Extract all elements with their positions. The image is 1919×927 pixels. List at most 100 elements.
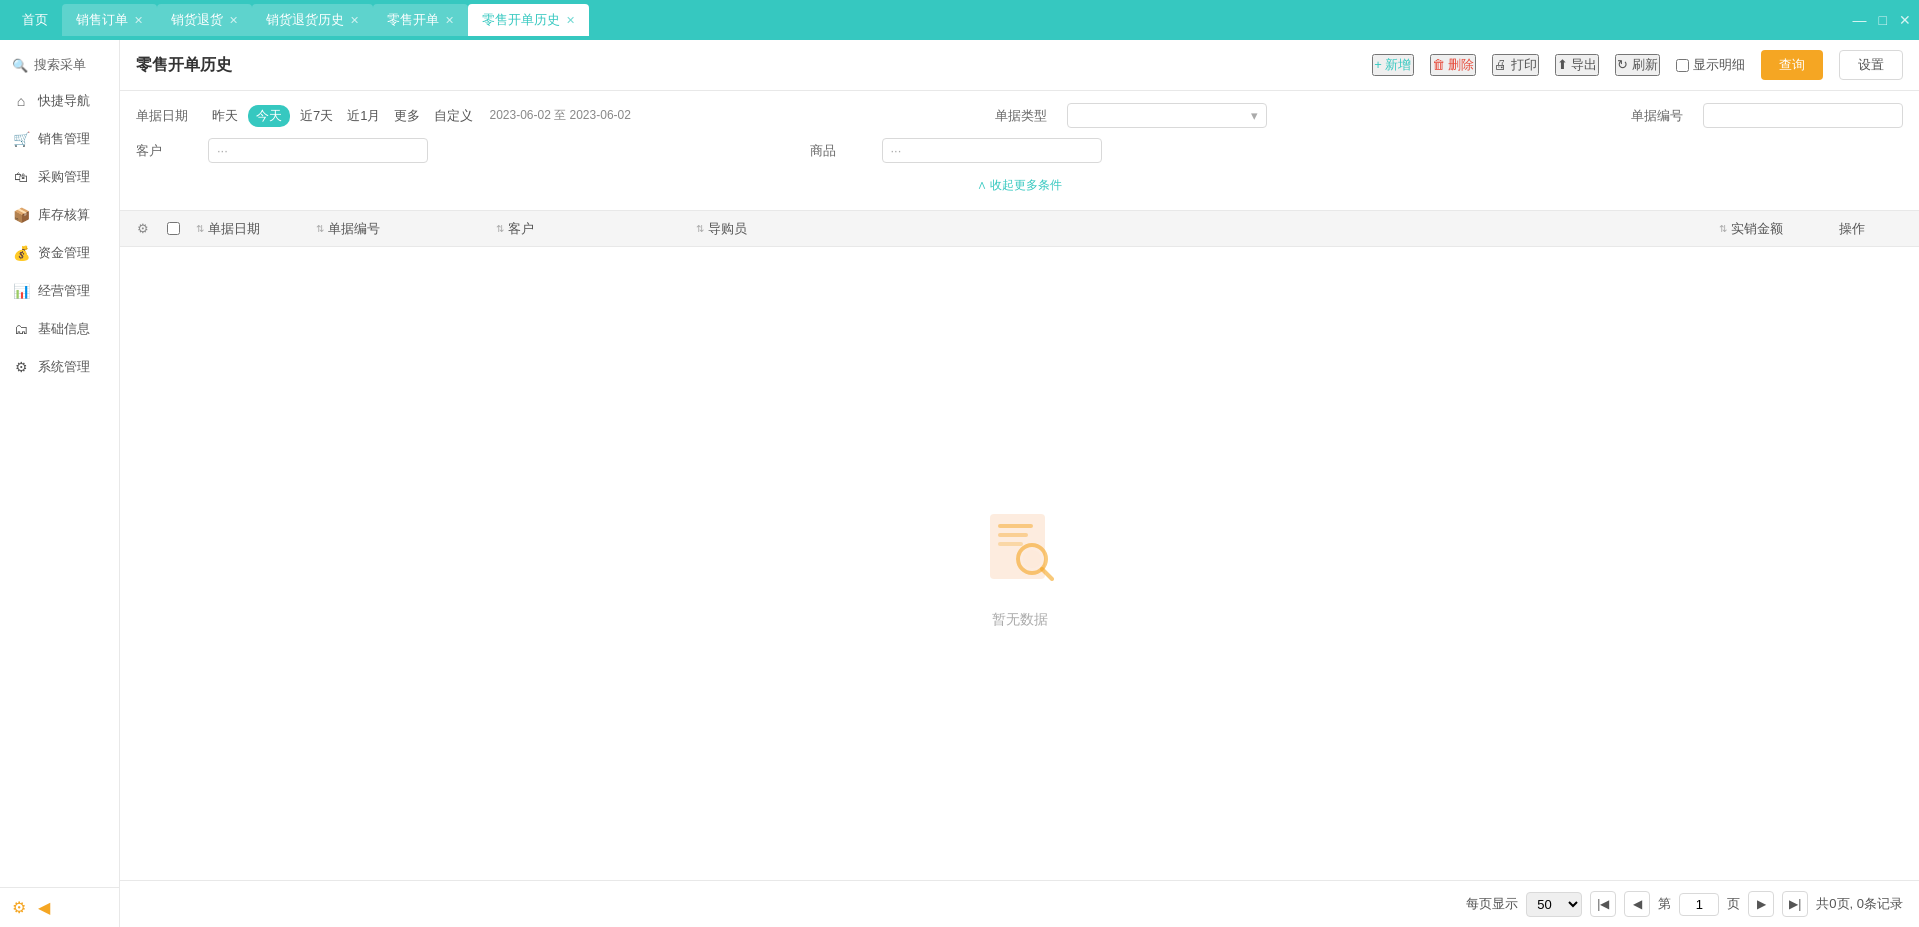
page-input[interactable] [1679, 893, 1719, 916]
type-label: 单据类型 [995, 107, 1055, 125]
date-opt-custom[interactable]: 自定义 [430, 105, 477, 127]
empty-illustration [970, 499, 1070, 599]
pagination: 每页显示 50 20 100 |◀ ◀ 第 页 ▶ ▶| 共0页, 0条记录 [120, 880, 1919, 927]
settings-icon: ⚙ [12, 358, 30, 376]
refresh-button[interactable]: ↻ 刷新 [1615, 54, 1660, 76]
sidebar-item-finance[interactable]: 💰 资金管理 [0, 234, 119, 272]
print-button[interactable]: 🖨 打印 [1492, 54, 1539, 76]
tab-bar: 首页 销售订单 ✕ 销货退货 ✕ 销货退货历史 ✕ 零售开单 ✕ 零售开单历史 … [0, 0, 1919, 40]
sidebar-item-sales-label: 销售管理 [38, 130, 90, 148]
sidebar-item-management[interactable]: 📊 经营管理 [0, 272, 119, 310]
tab-sales-return-history-close[interactable]: ✕ [350, 14, 359, 27]
empty-state: 暂无数据 [120, 247, 1919, 880]
select-all-input[interactable] [167, 222, 180, 235]
svg-rect-1 [998, 524, 1033, 528]
th-date-label: 单据日期 [208, 220, 260, 238]
sidebar-collapse-icon[interactable]: ◀ [38, 898, 50, 917]
sidebar-item-purchase[interactable]: 🛍 采购管理 [0, 158, 119, 196]
th-guide: ⇅ 导购员 [688, 220, 808, 238]
customer-placeholder: ··· [217, 143, 228, 158]
tab-sales-order[interactable]: 销售订单 ✕ [62, 4, 157, 36]
goods-input[interactable]: ··· [882, 138, 1102, 163]
sort-date-icon[interactable]: ⇅ [196, 223, 204, 234]
column-settings-icon[interactable]: ⚙ [128, 221, 158, 236]
sidebar-item-finance-label: 资金管理 [38, 244, 90, 262]
tab-retail-order[interactable]: 零售开单 ✕ [373, 4, 468, 36]
page-word: 第 [1658, 895, 1671, 913]
date-range: 2023-06-02 至 2023-06-02 [489, 107, 630, 124]
box-icon: 📦 [12, 206, 30, 224]
next-page-button[interactable]: ▶ [1748, 891, 1774, 917]
sort-amount-icon[interactable]: ⇅ [1719, 223, 1727, 234]
sort-num-icon[interactable]: ⇅ [316, 223, 324, 234]
empty-text: 暂无数据 [992, 611, 1048, 629]
sidebar-item-quicknav-label: 快捷导航 [38, 92, 90, 110]
date-opt-1month[interactable]: 近1月 [343, 105, 384, 127]
first-page-button[interactable]: |◀ [1590, 891, 1616, 917]
display-cols-input[interactable] [1676, 59, 1689, 72]
settings-button[interactable]: 设置 [1839, 50, 1903, 80]
tab-retail-order-close[interactable]: ✕ [445, 14, 454, 27]
sidebar-search[interactable]: 🔍 搜索采单 [0, 48, 119, 82]
sidebar-item-sales[interactable]: 🛒 销售管理 [0, 120, 119, 158]
customer-label: 客户 [136, 142, 196, 160]
last-page-button[interactable]: ▶| [1782, 891, 1808, 917]
page-title: 零售开单历史 [136, 55, 232, 76]
minimize-button[interactable]: — [1853, 12, 1867, 28]
select-all-checkbox[interactable] [158, 222, 188, 235]
th-ops: 操作 [1831, 220, 1911, 238]
date-opt-7days[interactable]: 近7天 [296, 105, 337, 127]
sidebar-item-inventory[interactable]: 📦 库存核算 [0, 196, 119, 234]
sidebar-item-basicinfo[interactable]: 🗂 基础信息 [0, 310, 119, 348]
type-select[interactable]: ▾ [1067, 103, 1267, 128]
sidebar-item-system[interactable]: ⚙ 系统管理 [0, 348, 119, 386]
tab-sales-return-history[interactable]: 销货退货历史 ✕ [252, 4, 373, 36]
sidebar: 🔍 搜索采单 ⌂ 快捷导航 🛒 销售管理 🛍 采购管理 📦 库存核算 💰 资金管… [0, 40, 120, 927]
query-button[interactable]: 查询 [1761, 50, 1823, 80]
sort-guide-icon[interactable]: ⇅ [696, 223, 704, 234]
svg-rect-2 [998, 533, 1028, 537]
date-opt-yesterday[interactable]: 昨天 [208, 105, 242, 127]
close-button[interactable]: ✕ [1899, 12, 1911, 28]
delete-button[interactable]: 🗑 删除 [1430, 54, 1477, 76]
date-opt-today[interactable]: 今天 [248, 105, 290, 127]
export-button[interactable]: ⬆ 导出 [1555, 54, 1600, 76]
date-options: 昨天 今天 近7天 近1月 更多 自定义 [208, 105, 477, 127]
svg-rect-3 [998, 542, 1023, 546]
filter-row-2: 客户 ··· 商品 ··· [136, 138, 1903, 163]
sidebar-gear-icon[interactable]: ⚙ [12, 898, 26, 917]
table-container: ⚙ ⇅ 单据日期 ⇅ 单据编号 ⇅ 客户 ⇅ 导购员 [120, 211, 1919, 927]
tab-retail-history-close[interactable]: ✕ [566, 14, 575, 27]
sidebar-item-system-label: 系统管理 [38, 358, 90, 376]
date-opt-more[interactable]: 更多 [390, 105, 424, 127]
prev-page-button[interactable]: ◀ [1624, 891, 1650, 917]
customer-input[interactable]: ··· [208, 138, 428, 163]
sidebar-item-quicknav[interactable]: ⌂ 快捷导航 [0, 82, 119, 120]
tab-retail-order-label: 零售开单 [387, 11, 439, 29]
window-controls: — □ ✕ [1853, 12, 1911, 28]
display-cols-checkbox[interactable]: 显示明细 [1676, 56, 1745, 74]
tab-retail-history-label: 零售开单历史 [482, 11, 560, 29]
th-ops-label: 操作 [1839, 220, 1865, 238]
num-input[interactable] [1703, 103, 1903, 128]
cart-icon: 🛒 [12, 130, 30, 148]
main-layout: 🔍 搜索采单 ⌂ 快捷导航 🛒 销售管理 🛍 采购管理 📦 库存核算 💰 资金管… [0, 40, 1919, 927]
chart-icon: 📊 [12, 282, 30, 300]
page-size-select[interactable]: 50 20 100 [1526, 892, 1582, 917]
date-label: 单据日期 [136, 107, 196, 125]
tab-sales-return-close[interactable]: ✕ [229, 14, 238, 27]
tab-sales-return[interactable]: 销货退货 ✕ [157, 4, 252, 36]
sidebar-item-inventory-label: 库存核算 [38, 206, 90, 224]
th-num-label: 单据编号 [328, 220, 380, 238]
th-num: ⇅ 单据编号 [308, 220, 488, 238]
tab-home[interactable]: 首页 [8, 4, 62, 36]
sort-customer-icon[interactable]: ⇅ [496, 223, 504, 234]
add-button[interactable]: + 新增 [1372, 54, 1413, 76]
tab-sales-order-close[interactable]: ✕ [134, 14, 143, 27]
info-icon: 🗂 [12, 320, 30, 338]
collapse-bar[interactable]: ∧ 收起更多条件 [136, 173, 1903, 198]
maximize-button[interactable]: □ [1879, 12, 1887, 28]
tab-retail-history[interactable]: 零售开单历史 ✕ [468, 4, 589, 36]
sidebar-item-management-label: 经营管理 [38, 282, 90, 300]
collapse-icon: ∧ [977, 178, 987, 192]
